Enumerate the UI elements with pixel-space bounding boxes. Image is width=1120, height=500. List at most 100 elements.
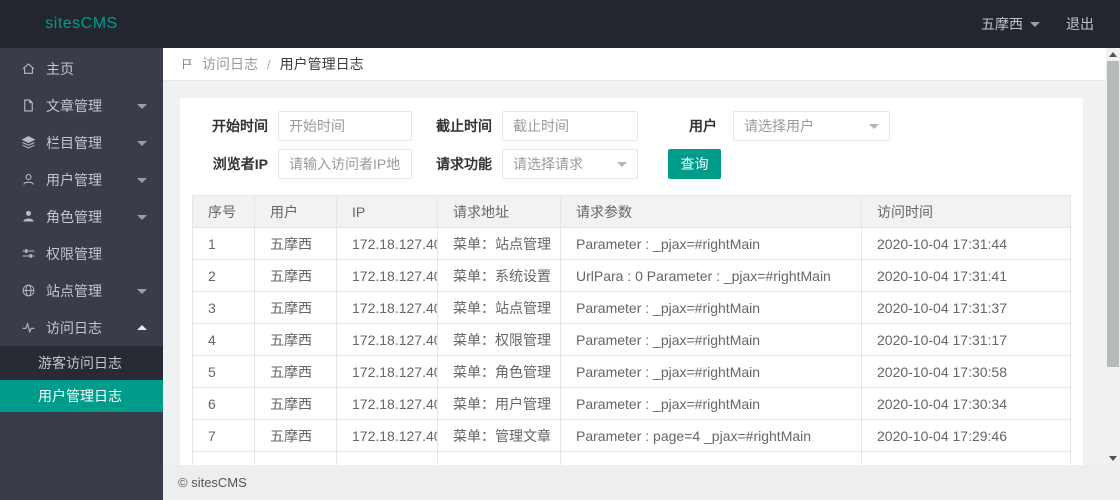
end-time-label: 截止时间	[436, 118, 492, 134]
sidebar-item[interactable]: 访问日志	[0, 309, 163, 346]
breadcrumb-section[interactable]: 访问日志	[202, 54, 258, 74]
main-content: 访问日志 / 用户管理日志 开始时间 截止时间 用户 请选择用户 浏览者IP 请…	[163, 48, 1106, 500]
table-cell: 172.18.127.40	[336, 259, 438, 292]
table-cell: 菜单：用户管理	[437, 387, 561, 420]
table-cell: 172.18.127.40	[336, 323, 438, 356]
table-cell: 五摩西	[254, 227, 337, 260]
flag-icon	[180, 57, 194, 71]
table-cell: 菜单：角色管理	[437, 355, 561, 388]
copyright-text: © sitesCMS	[178, 475, 247, 490]
table-cell: 五摩西	[254, 259, 337, 292]
app-logo: sitesCMS	[45, 15, 118, 32]
table-cell: 5	[192, 355, 255, 388]
sidebar-item[interactable]: 栏目管理	[0, 124, 163, 161]
table-cell: 2	[192, 259, 255, 292]
breadcrumb-current: 用户管理日志	[279, 56, 364, 72]
triangle-up-icon	[1109, 52, 1117, 57]
sidebar-item-label: 访问日志	[46, 319, 102, 336]
table-row-partial	[192, 451, 1071, 465]
table-cell: 菜单：站点管理	[437, 227, 561, 260]
sidebar-item-label: 站点管理	[46, 282, 102, 299]
sidebar-item[interactable]: 角色管理	[0, 198, 163, 235]
table-row: 5 五摩西 172.18.127.40 菜单：角色管理 Parameter : _pja…	[192, 355, 1071, 388]
table-row: 4 五摩西 172.18.127.40 菜单：权限管理 Parameter : _pja…	[192, 323, 1071, 356]
user-select-value: 请选择用户	[744, 118, 814, 134]
sidebar-subitem[interactable]: 用户管理日志	[0, 380, 163, 412]
file-icon	[20, 97, 37, 114]
users-icon	[20, 171, 37, 188]
table-cell: 7	[192, 419, 255, 452]
content-panel: 开始时间 截止时间 用户 请选择用户 浏览者IP 请求功能 请选择请求 查询	[180, 98, 1083, 465]
logout-button[interactable]: 退出	[1066, 14, 1094, 34]
table-cell: 菜单：站点管理	[437, 291, 561, 324]
scrollbar-thumb[interactable]	[1107, 61, 1119, 367]
chevron-down-icon	[137, 140, 147, 146]
breadcrumb-separator: /	[267, 56, 271, 72]
table-cell: 2020-10-04 17:29:46	[861, 419, 1071, 452]
table-cell: Parameter : _pjax=#rightMain	[560, 387, 862, 420]
table-cell: 2020-10-04 17:31:37	[861, 291, 1071, 324]
table-cell: 五摩西	[254, 387, 337, 420]
table-row: 7 五摩西 172.18.127.40 菜单：管理文章 Parameter : page…	[192, 419, 1071, 452]
table-cell: Parameter : _pjax=#rightMain	[560, 227, 862, 260]
chevron-down-icon	[869, 124, 879, 129]
sidebar-item[interactable]: 主页	[0, 50, 163, 87]
column-header: 序号	[192, 195, 255, 228]
visitor-ip-input[interactable]	[278, 149, 412, 179]
table-cell: 172.18.127.40	[336, 355, 438, 388]
username-label: 五摩西	[981, 16, 1023, 32]
user-label: 用户	[689, 118, 717, 134]
request-func-label: 请求功能	[436, 156, 492, 172]
sidebar-item-label: 权限管理	[46, 245, 102, 262]
vertical-scrollbar[interactable]	[1106, 48, 1120, 465]
sidebar-item[interactable]: 用户管理	[0, 161, 163, 198]
column-header: IP	[336, 195, 438, 228]
sidebar-item-label: 用户管理	[46, 171, 102, 188]
user-select[interactable]: 请选择用户	[733, 111, 890, 141]
table-cell: 菜单：系统设置	[437, 259, 561, 292]
chevron-up-icon	[137, 324, 147, 330]
home-icon	[20, 60, 37, 77]
start-time-label: 开始时间	[212, 118, 268, 134]
column-header: 请求地址	[437, 195, 561, 228]
sidebar-item[interactable]: 文章管理	[0, 87, 163, 124]
column-header: 用户	[254, 195, 337, 228]
sidebar-item-label: 栏目管理	[46, 134, 102, 151]
table-cell: 172.18.127.40	[336, 387, 438, 420]
search-button[interactable]: 查询	[668, 149, 721, 179]
sidebar: 主页文章管理栏目管理用户管理角色管理权限管理站点管理访问日志游客访问日志 用户管理…	[0, 48, 163, 500]
sidebar-menu: 主页文章管理栏目管理用户管理角色管理权限管理站点管理访问日志游客访问日志 用户管理…	[0, 50, 163, 412]
table-row: 6 五摩西 172.18.127.40 菜单：用户管理 Parameter : _pja…	[192, 387, 1071, 420]
topbar-right: 五摩西 退出	[981, 0, 1094, 48]
scroll-up-button[interactable]	[1106, 48, 1120, 61]
request-func-select[interactable]: 请选择请求	[502, 149, 638, 179]
breadcrumb: 访问日志 / 用户管理日志	[163, 48, 1106, 81]
scroll-down-button[interactable]	[1106, 452, 1120, 465]
table-cell: 2020-10-04 17:31:17	[861, 323, 1071, 356]
sidebar-item[interactable]: 权限管理	[0, 235, 163, 272]
request-func-value: 请选择请求	[513, 156, 583, 172]
table-cell: Parameter : _pjax=#rightMain	[560, 355, 862, 388]
globe-icon	[20, 282, 37, 299]
table-cell: 172.18.127.40	[336, 291, 438, 324]
footer: © sitesCMS	[163, 465, 1120, 500]
start-time-input[interactable]	[278, 111, 412, 141]
sidebar-item-label: 主页	[46, 60, 74, 77]
sidebar-item-label: 文章管理	[46, 97, 102, 114]
table-cell: Parameter : _pjax=#rightMain	[560, 291, 862, 324]
table-cell: 3	[192, 291, 255, 324]
table-row: 2 五摩西 172.18.127.40 菜单：系统设置 UrlPara : 0 Para…	[192, 259, 1071, 292]
chevron-down-icon	[137, 288, 147, 294]
sidebar-item-label: 角色管理	[46, 208, 102, 225]
sidebar-item[interactable]: 站点管理	[0, 272, 163, 309]
chevron-down-icon	[137, 177, 147, 183]
chevron-down-icon	[137, 214, 147, 220]
table-row: 1 五摩西 172.18.127.40 菜单：站点管理 Parameter : _pja…	[192, 227, 1071, 260]
table-cell: UrlPara : 0 Parameter : _pjax=#rightMain	[560, 259, 862, 292]
table-cell: 172.18.127.40	[336, 419, 438, 452]
user-menu[interactable]: 五摩西	[981, 14, 1040, 34]
table-cell: Parameter : _pjax=#rightMain	[560, 323, 862, 356]
chevron-down-icon	[1030, 21, 1040, 27]
log-table: 序号 用户 IP 请求地址 请求参数 访问时间 1 五摩西 172.18.127.40 菜单：站…	[192, 195, 1071, 465]
sidebar-subitem[interactable]: 游客访问日志	[0, 346, 163, 380]
